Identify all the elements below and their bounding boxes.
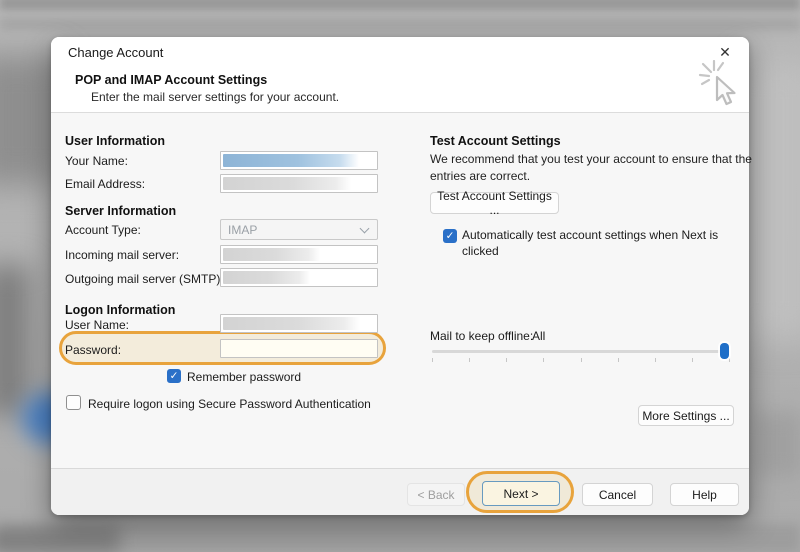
backdrop-blur [0,265,30,415]
test-account-settings-button[interactable]: Test Account Settings ... [430,192,559,214]
user-information-heading: User Information [65,134,165,148]
backdrop-blur [0,524,800,552]
mail-offline-label: Mail to keep offline: [430,329,533,343]
logon-information-heading: Logon Information [65,303,175,317]
account-type-dropdown[interactable]: IMAP [220,219,378,240]
page-subheading: Enter the mail server settings for your … [91,90,339,104]
redacted-value [223,248,320,261]
your-name-label: Your Name: [65,154,128,168]
back-button[interactable]: < Back [407,483,465,506]
help-button[interactable]: Help [670,483,739,506]
outgoing-server-label: Outgoing mail server (SMTP): [65,272,224,286]
auto-test-checkbox[interactable]: ✓ [443,229,457,243]
slider-ticks [432,358,730,362]
check-icon: ✓ [170,371,179,382]
email-address-field[interactable] [220,174,378,193]
mail-offline-value: All [532,329,545,343]
change-account-dialog: Change Account ✕ POP and IMAP Account Se… [51,37,749,515]
require-spa-checkbox[interactable] [66,395,81,410]
account-type-label: Account Type: [65,223,141,237]
account-type-value: IMAP [228,223,257,237]
redacted-value [223,271,310,284]
slider-thumb[interactable] [720,343,729,359]
mail-offline-slider[interactable] [432,350,730,353]
redacted-value [223,177,351,190]
remember-password-label: Remember password [187,370,301,384]
user-name-field[interactable] [220,314,378,333]
auto-test-label: Automatically test account settings when… [462,228,724,259]
require-spa-label: Require logon using Secure Password Auth… [88,397,371,411]
backdrop-blur [745,60,800,340]
dialog-header: Change Account ✕ POP and IMAP Account Se… [51,37,749,113]
user-name-label: User Name: [65,318,129,332]
test-account-settings-description: We recommend that you test your account … [430,151,752,185]
redacted-value [223,317,360,330]
email-address-label: Email Address: [65,177,145,191]
check-icon: ✓ [446,231,455,242]
chevron-down-icon [360,224,370,234]
password-label: Password: [65,343,121,357]
server-information-heading: Server Information [65,204,176,218]
redacted-value [223,154,359,167]
backdrop-blur [752,412,800,477]
backdrop-blur [0,0,800,10]
password-field[interactable] [220,339,378,358]
backdrop-blur [0,18,800,30]
click-cursor-icon [698,60,740,110]
incoming-server-label: Incoming mail server: [65,248,179,262]
page-heading: POP and IMAP Account Settings [75,73,267,87]
next-button[interactable]: Next > [482,481,560,506]
outgoing-server-field[interactable] [220,268,378,287]
remember-password-checkbox[interactable]: ✓ [167,369,181,383]
backdrop-blur [0,528,120,552]
dialog-title: Change Account [68,45,163,60]
incoming-server-field[interactable] [220,245,378,264]
more-settings-button[interactable]: More Settings ... [638,405,734,426]
cancel-button[interactable]: Cancel [582,483,653,506]
test-account-settings-heading: Test Account Settings [430,134,561,148]
your-name-field[interactable] [220,151,378,170]
